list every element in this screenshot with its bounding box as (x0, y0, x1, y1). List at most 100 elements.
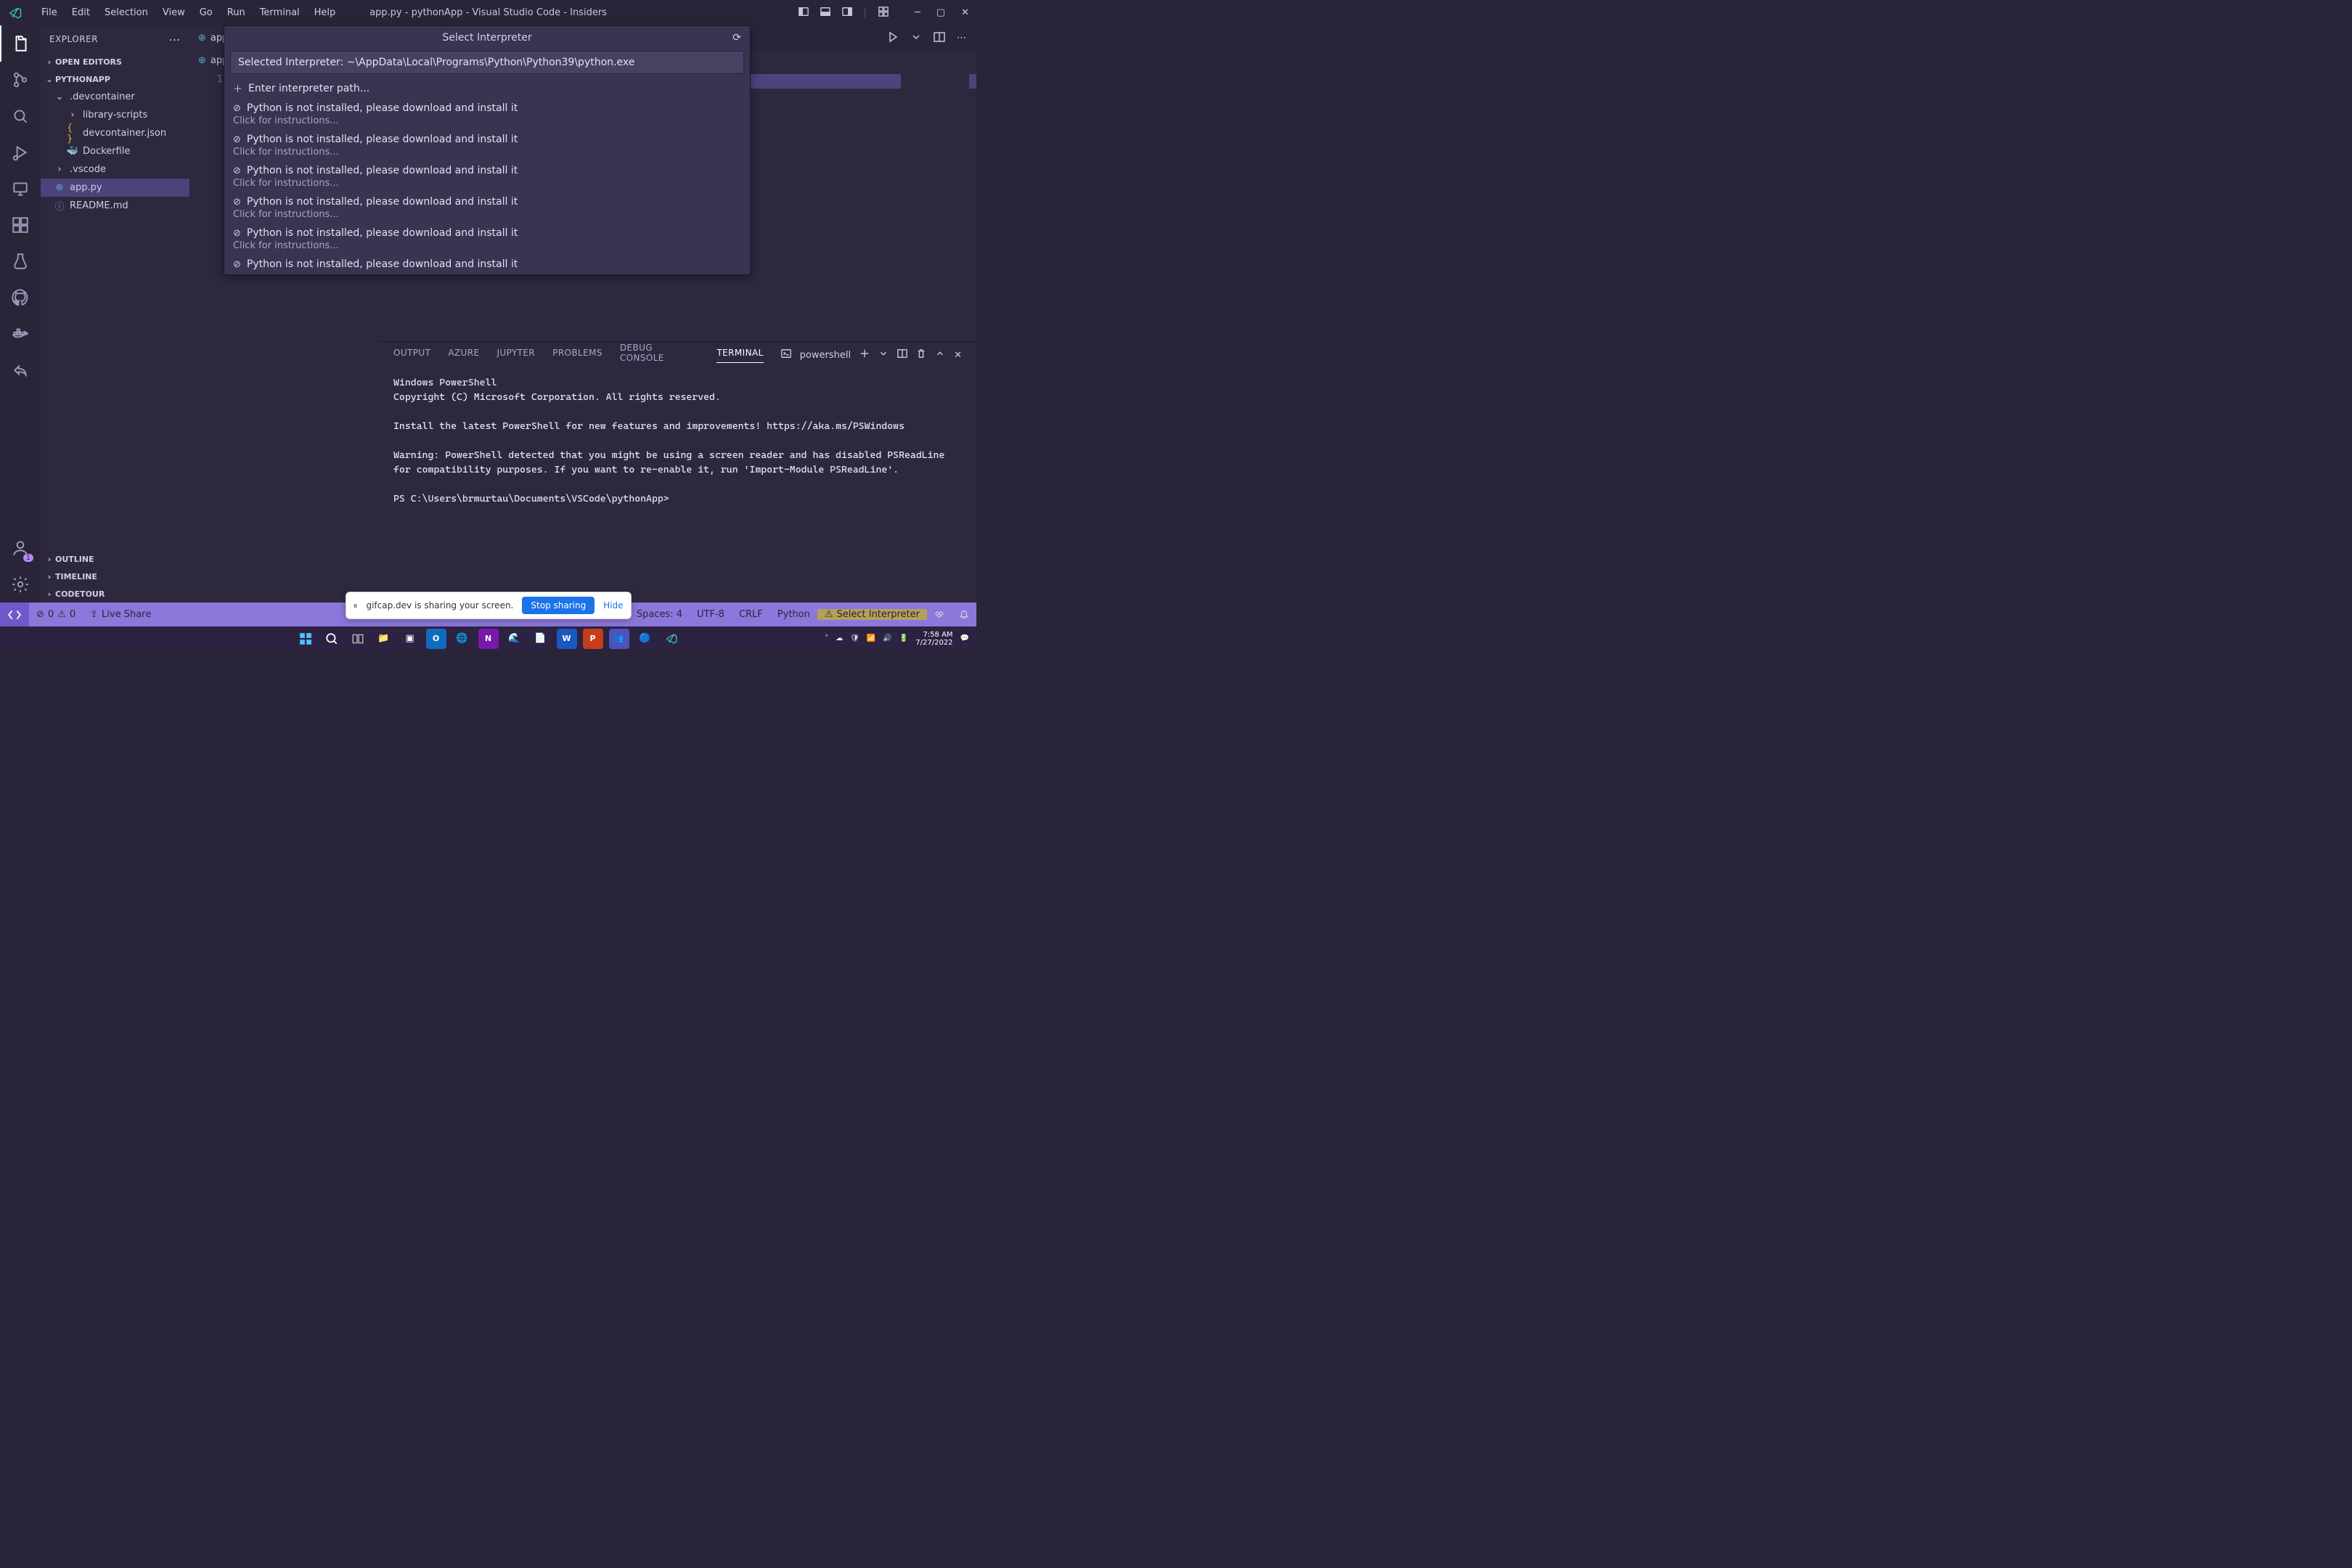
tree-file[interactable]: 🐳Dockerfile (41, 142, 189, 160)
taskbar-teams-icon[interactable]: 👥 (609, 629, 629, 649)
menu-run[interactable]: Run (220, 3, 253, 23)
tree-folder[interactable]: ›library-scripts (41, 106, 189, 124)
section-workspace[interactable]: ⌄PYTHONAPP (41, 70, 189, 88)
tray-battery-icon[interactable]: 🔋 (899, 634, 908, 642)
quickpick-item[interactable]: ⊘Python is not installed, please downloa… (224, 224, 750, 256)
tray-clock[interactable]: 7:58 AM 7/27/2022 (915, 631, 952, 647)
run-file-icon[interactable] (887, 31, 899, 46)
panel-maximize-icon[interactable] (935, 348, 945, 362)
menu-file[interactable]: File (34, 3, 65, 23)
taskbar-edge-icon[interactable]: 🌊 (505, 629, 525, 649)
window-close-icon[interactable]: ✕ (961, 7, 969, 18)
panel-tab-output[interactable]: OUTPUT (393, 348, 430, 362)
tree-folder[interactable]: ⌄.devcontainer (41, 88, 189, 106)
activity-live-share[interactable] (0, 352, 41, 388)
tray-wifi-icon[interactable]: 📶 (867, 634, 875, 642)
status-remote-icon[interactable] (0, 603, 29, 626)
toggle-panel-icon[interactable] (820, 7, 830, 20)
taskbar-powerpoint-icon[interactable]: P (583, 629, 603, 649)
taskbar-terminal-icon[interactable]: ▣ (400, 629, 420, 649)
quickpick-refresh-icon[interactable]: ⟳ (732, 32, 741, 44)
activity-remote-explorer[interactable] (0, 171, 41, 207)
quickpick-input[interactable]: Selected Interpreter: ~\AppData\Local\Pr… (230, 51, 744, 74)
status-notifications-icon[interactable] (952, 610, 976, 620)
panel-tab-terminal[interactable]: TERMINAL (716, 348, 763, 363)
taskbar-app-icon[interactable]: 🌐 (452, 629, 473, 649)
tree-folder[interactable]: ›.vscode (41, 160, 189, 179)
activity-search[interactable] (0, 98, 41, 134)
split-editor-icon[interactable] (934, 31, 945, 46)
panel-tab-jupyter[interactable]: JUPYTER (497, 348, 535, 362)
terminal-split-icon[interactable] (897, 348, 907, 362)
taskbar-onenote-icon[interactable]: N (478, 629, 499, 649)
section-outline[interactable]: ›OUTLINE (41, 550, 189, 568)
taskbar-search-icon[interactable] (322, 629, 342, 649)
status-feedback-icon[interactable] (927, 610, 952, 620)
panel-tab-problems[interactable]: PROBLEMS (552, 348, 603, 362)
panel-close-icon[interactable]: ✕ (954, 350, 962, 361)
explorer-more-icon[interactable]: ⋯ (169, 33, 181, 46)
taskbar-start-icon[interactable] (295, 629, 316, 649)
menu-help[interactable]: Help (307, 3, 343, 23)
activity-accounts[interactable]: 1 (0, 530, 41, 566)
hide-sharing-button[interactable]: Hide (603, 600, 623, 611)
activity-explorer[interactable] (0, 25, 41, 62)
section-codetour[interactable]: ›CODETOUR (41, 585, 189, 603)
taskbar-file-explorer-icon[interactable]: 📁 (374, 629, 394, 649)
terminal-new-dropdown-icon[interactable] (878, 348, 889, 362)
window-maximize-icon[interactable]: ▢ (936, 7, 945, 18)
quickpick-item[interactable]: ⊘Python is not installed, please downloa… (224, 131, 750, 162)
menu-edit[interactable]: Edit (65, 3, 97, 23)
tray-notifications-icon[interactable]: 💬 (960, 634, 969, 642)
quickpick-enter-path[interactable]: ＋Enter interpreter path... (224, 78, 750, 99)
run-dropdown-icon[interactable] (910, 31, 922, 46)
tray-volume-icon[interactable]: 🔊 (883, 634, 891, 642)
menu-go[interactable]: Go (192, 3, 220, 23)
taskbar-task-view-icon[interactable] (348, 629, 368, 649)
activity-github[interactable] (0, 279, 41, 316)
status-problems[interactable]: ⊘0 ⚠0 (29, 603, 83, 626)
status-encoding[interactable]: UTF-8 (690, 609, 732, 620)
toggle-primary-sidebar-icon[interactable] (799, 7, 809, 20)
status-language-mode[interactable]: Python (770, 609, 817, 620)
quickpick-item[interactable]: ⊘Python is not installed, please downloa… (224, 193, 750, 224)
quickpick-item[interactable]: ⊘Python is not installed, please downloa… (224, 162, 750, 193)
activity-docker[interactable] (0, 316, 41, 352)
menu-terminal[interactable]: Terminal (253, 3, 307, 23)
quickpick-item[interactable]: ⊘Python is not installed, please downloa… (224, 256, 750, 274)
tree-file[interactable]: { }devcontainer.json (41, 124, 189, 142)
status-select-interpreter[interactable]: ⚠Select Interpreter (817, 609, 927, 620)
status-live-share[interactable]: ⇪Live Share (83, 603, 158, 626)
terminal-content[interactable]: Windows PowerShell Copyright (C) Microso… (379, 368, 976, 555)
status-eol[interactable]: CRLF (732, 609, 770, 620)
stop-sharing-button[interactable]: Stop sharing (522, 597, 595, 614)
tray-chevron-up-icon[interactable]: ˄ (825, 634, 828, 642)
terminal-kill-icon[interactable] (916, 348, 926, 362)
tray-security-icon[interactable]: 🛡 (850, 634, 859, 642)
window-minimize-icon[interactable]: ─ (915, 7, 920, 18)
menu-view[interactable]: View (155, 3, 192, 23)
section-open-editors[interactable]: ›OPEN EDITORS (41, 53, 189, 70)
customize-layout-icon[interactable] (878, 7, 889, 20)
quickpick-item[interactable]: ⊘Python is not installed, please downloa… (224, 99, 750, 131)
menu-selection[interactable]: Selection (97, 3, 155, 23)
activity-settings[interactable] (0, 566, 41, 603)
taskbar-vscode-insiders-icon[interactable] (661, 629, 682, 649)
tray-onedrive-icon[interactable]: ☁ (836, 634, 843, 642)
minimap-slider[interactable] (969, 74, 976, 89)
taskbar-notepad-icon[interactable]: 📄 (531, 629, 551, 649)
taskbar-outlook-icon[interactable]: O (426, 629, 446, 649)
terminal-shell-name[interactable]: powershell (800, 350, 851, 361)
panel-tab-debug-console[interactable]: DEBUG CONSOLE (620, 343, 700, 367)
taskbar-word-icon[interactable]: W (557, 629, 577, 649)
activity-extensions[interactable] (0, 207, 41, 243)
activity-testing[interactable] (0, 243, 41, 279)
section-timeline[interactable]: ›TIMELINE (41, 568, 189, 585)
activity-run-debug[interactable] (0, 134, 41, 171)
tree-file[interactable]: ⊕app.py (41, 179, 189, 197)
taskbar-chrome-icon[interactable]: 🔵 (635, 629, 656, 649)
pause-icon[interactable]: ⏸ (353, 600, 357, 611)
editor-more-icon[interactable]: ⋯ (957, 33, 966, 44)
toggle-secondary-sidebar-icon[interactable] (842, 7, 852, 20)
activity-source-control[interactable] (0, 62, 41, 98)
